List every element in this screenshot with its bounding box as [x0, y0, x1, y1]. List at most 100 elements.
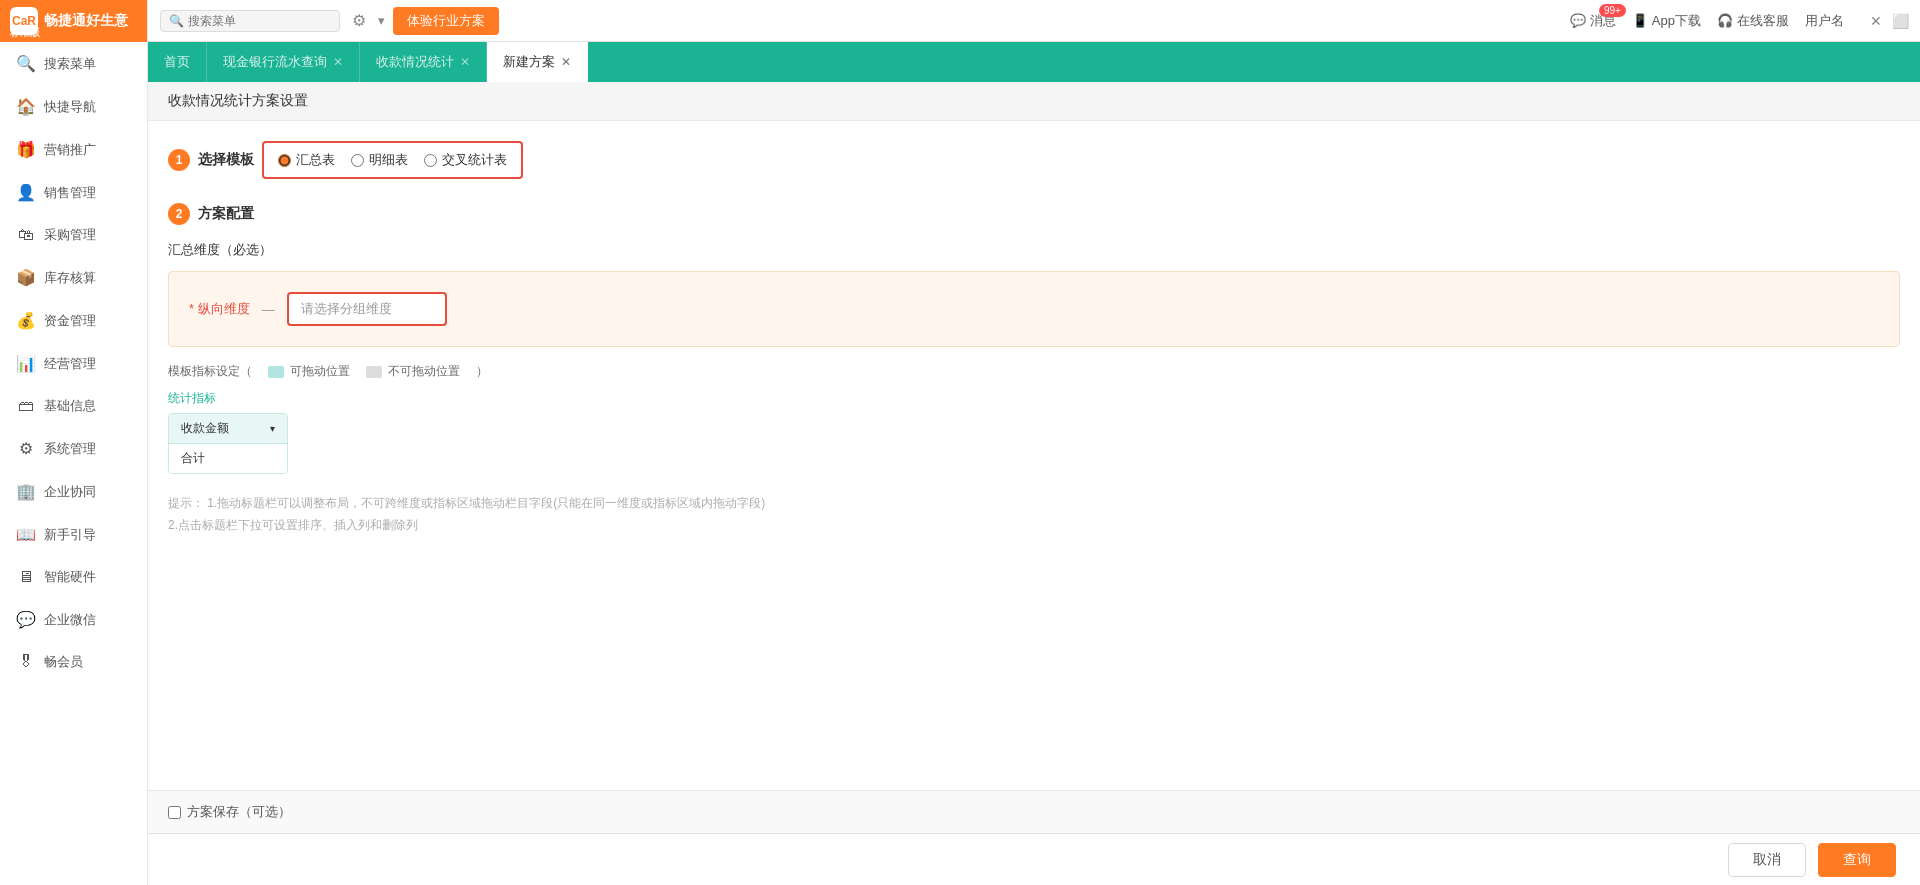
indicator-table: 收款金额 ▾ 合计	[168, 413, 288, 474]
radio-detail[interactable]	[351, 154, 364, 167]
save-checkbox-label[interactable]: 方案保存（可选）	[168, 803, 291, 821]
sidebar-item-sales[interactable]: 👤 销售管理	[0, 171, 147, 214]
template-section: 1 选择模板 汇总表 明细表	[168, 141, 1900, 179]
dimension-area: * 纵向维度 — 请选择分组维度	[168, 271, 1900, 347]
section1-num: 1	[168, 149, 190, 171]
legend-draggable-label: 可拖动位置	[290, 363, 350, 380]
tab-new-plan-label: 新建方案	[503, 53, 555, 71]
sidebar-item-purchase[interactable]: 🛍 采购管理	[0, 214, 147, 256]
header-search-bar[interactable]: 🔍	[160, 10, 340, 32]
sidebar-item-marketing[interactable]: 🎁 营销推广	[0, 128, 147, 171]
app-header: 🔍 ⚙ ▾ 体验行业方案 💬 消息 99+ 📱 App下载 🎧 在线客服 用户名…	[148, 0, 1920, 42]
main-area: 🔍 ⚙ ▾ 体验行业方案 💬 消息 99+ 📱 App下载 🎧 在线客服 用户名…	[148, 0, 1920, 885]
guide-icon: 📖	[16, 525, 36, 544]
save-label-text: 方案保存（可选）	[187, 803, 291, 821]
stat-label: 统计指标	[168, 390, 1900, 407]
tab-bar: 首页 现金银行流水查询 ✕ 收款情况统计 ✕ 新建方案 ✕	[148, 42, 1920, 82]
section1-header: 1 选择模板	[168, 149, 254, 171]
option-detail-label: 明细表	[369, 151, 408, 169]
sidebar-item-label: 资金管理	[44, 312, 96, 330]
section2-title: 方案配置	[198, 205, 254, 223]
service-label: 在线客服	[1737, 12, 1789, 30]
content-area: 收款情况统计方案设置 1 选择模板 汇总表	[148, 82, 1920, 833]
section1-title: 选择模板	[198, 151, 254, 169]
dim-row: * 纵向维度 — 请选择分组维度	[189, 292, 1879, 326]
cancel-button[interactable]: 取消	[1728, 843, 1806, 877]
dim-select-box[interactable]: 请选择分组维度	[287, 292, 447, 326]
user-name[interactable]: 用户名	[1805, 12, 1844, 30]
tab-collection-stats-close[interactable]: ✕	[460, 55, 470, 69]
draggable-legend-box	[268, 366, 284, 378]
operation-icon: 📊	[16, 354, 36, 373]
vertical-dim-label: * 纵向维度	[189, 300, 250, 318]
tab-bank-flow[interactable]: 现金银行流水查询 ✕	[207, 42, 360, 82]
tab-collection-stats-label: 收款情况统计	[376, 53, 454, 71]
tab-bank-flow-label: 现金银行流水查询	[223, 53, 327, 71]
tip-1: 提示： 1.拖动标题栏可以调整布局，不可跨维度或指标区域拖动栏目字段(只能在同一…	[168, 493, 1900, 515]
service-icon: 🎧	[1717, 13, 1733, 28]
sidebar-item-inventory[interactable]: 📦 库存核算	[0, 256, 147, 299]
indicators-header: 模板指标设定（ 可拖动位置 不可拖动位置 ）	[168, 363, 1900, 380]
option-cross[interactable]: 交叉统计表	[424, 151, 507, 169]
download-item[interactable]: 📱 App下载	[1632, 12, 1701, 30]
sidebar-item-label: 营销推广	[44, 141, 96, 159]
sidebar-item-label: 新手引导	[44, 526, 96, 544]
radio-summary[interactable]	[278, 154, 291, 167]
sidebar-item-quick-nav[interactable]: 🏠 快捷导航	[0, 85, 147, 128]
indicator-dropdown-icon[interactable]: ▾	[270, 423, 275, 434]
service-item[interactable]: 🎧 在线客服	[1717, 12, 1789, 30]
sidebar-item-enterprise[interactable]: 🏢 企业协同	[0, 470, 147, 513]
option-summary-label: 汇总表	[296, 151, 335, 169]
option-cross-label: 交叉统计表	[442, 151, 507, 169]
quick-nav-icon: 🏠	[16, 97, 36, 116]
tab-collection-stats[interactable]: 收款情况统计 ✕	[360, 42, 487, 82]
template-options: 汇总表 明细表 交叉统计表	[262, 141, 523, 179]
page-header: 收款情况统计方案设置	[148, 82, 1920, 121]
sidebar-item-basic-info[interactable]: 🗃 基础信息	[0, 385, 147, 427]
page-body: 1 选择模板 汇总表 明细表	[148, 121, 1920, 790]
sidebar-item-wechat[interactable]: 💬 企业微信	[0, 598, 147, 641]
sidebar-item-finance[interactable]: 💰 资金管理	[0, 299, 147, 342]
sidebar-item-system[interactable]: ⚙ 系统管理	[0, 427, 147, 470]
indicator-table-header[interactable]: 收款金额 ▾	[169, 414, 287, 444]
logo-brand: 畅捷通好生意	[44, 12, 128, 30]
tab-new-plan[interactable]: 新建方案 ✕	[487, 42, 588, 82]
dim-section-title: 汇总维度（必选）	[168, 241, 1900, 259]
trial-button[interactable]: 体验行业方案	[393, 7, 499, 35]
sidebar-item-smart-hw[interactable]: 🖥 智能硬件	[0, 556, 147, 598]
gear-icon[interactable]: ⚙	[348, 7, 370, 34]
message-item[interactable]: 💬 消息 99+	[1570, 12, 1616, 30]
tab-bank-flow-close[interactable]: ✕	[333, 55, 343, 69]
save-checkbox[interactable]	[168, 806, 181, 819]
close-window-icon[interactable]: ✕	[1868, 13, 1884, 29]
search-input[interactable]	[188, 14, 328, 28]
tab-home-label: 首页	[164, 53, 190, 71]
sidebar-item-label: 销售管理	[44, 184, 96, 202]
legend-close-paren: ）	[476, 363, 488, 380]
sidebar-item-label: 企业协同	[44, 483, 96, 501]
indicator-header-label: 收款金额	[181, 420, 229, 437]
sales-icon: 👤	[16, 183, 36, 202]
tab-home[interactable]: 首页	[148, 42, 207, 82]
page-wrapper: 收款情况统计方案设置 1 选择模板 汇总表	[148, 82, 1920, 833]
sidebar-item-search-menu[interactable]: 🔍 搜索菜单	[0, 42, 147, 85]
message-icon: 💬	[1570, 13, 1586, 28]
download-icon: 📱	[1632, 13, 1648, 28]
window-controls: ✕ ⬜	[1868, 13, 1908, 29]
tab-new-plan-close[interactable]: ✕	[561, 55, 571, 69]
radio-cross[interactable]	[424, 154, 437, 167]
indicators-section: 模板指标设定（ 可拖动位置 不可拖动位置 ） 统计指标	[168, 363, 1900, 477]
option-detail[interactable]: 明细表	[351, 151, 408, 169]
query-button[interactable]: 查询	[1818, 843, 1896, 877]
sidebar-item-guide[interactable]: 📖 新手引导	[0, 513, 147, 556]
sidebar-item-member[interactable]: 🎖 畅会员	[0, 641, 147, 683]
sidebar-item-operation[interactable]: 📊 经营管理	[0, 342, 147, 385]
nondraggable-legend-box	[366, 366, 382, 378]
maximize-window-icon[interactable]: ⬜	[1892, 13, 1908, 29]
option-summary[interactable]: 汇总表	[278, 151, 335, 169]
purchase-icon: 🛍	[16, 226, 36, 244]
sidebar-nav: 🔍 搜索菜单 🏠 快捷导航 🎁 营销推广 👤 销售管理 🛍 采购管理 📦 库存核…	[0, 42, 147, 885]
sidebar-item-label: 采购管理	[44, 226, 96, 244]
sidebar-logo: CaR 畅捷通好生意 标准版	[0, 0, 147, 42]
sidebar-item-label: 经营管理	[44, 355, 96, 373]
